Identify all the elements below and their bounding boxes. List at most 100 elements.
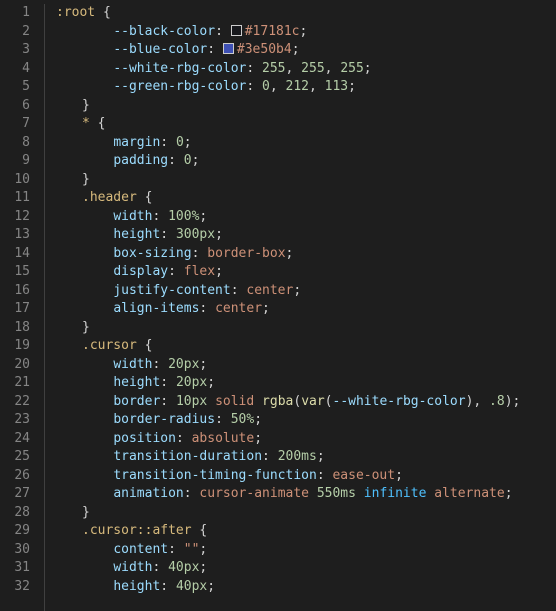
- code-line[interactable]: .cursor::after {: [56, 522, 556, 541]
- code-line[interactable]: .header {: [56, 189, 556, 208]
- token-punct: ;: [215, 264, 223, 279]
- indent-guide: [44, 4, 45, 611]
- code-line[interactable]: border: 10px solid rgba(var(--white-rbg-…: [56, 393, 556, 412]
- token-punct: ;: [286, 246, 294, 261]
- token-punct: :: [246, 79, 262, 94]
- token-kw: ease-out: [332, 468, 395, 483]
- token-punct: ;: [348, 79, 356, 94]
- code-line[interactable]: }: [56, 171, 556, 190]
- code-line[interactable]: transition-duration: 200ms;: [56, 448, 556, 467]
- code-line[interactable]: --white-rbg-color: 255, 255, 255;: [56, 60, 556, 79]
- code-line[interactable]: height: 40px;: [56, 578, 556, 597]
- token-num: 20px: [176, 375, 207, 390]
- token-punct: ;: [207, 375, 215, 390]
- code-line[interactable]: --blue-color: #3e50b4;: [56, 41, 556, 60]
- token-punct: :: [168, 542, 184, 557]
- token-kw: #17181c: [245, 24, 300, 39]
- code-line[interactable]: height: 300px;: [56, 226, 556, 245]
- code-line[interactable]: --green-rbg-color: 0, 212, 113;: [56, 78, 556, 97]
- code-line[interactable]: --black-color: #17181c;: [56, 23, 556, 42]
- token-prop: content: [113, 542, 168, 557]
- token-num: 10px: [176, 394, 207, 409]
- token-punct: ,: [286, 61, 302, 76]
- token-brace: }: [82, 98, 90, 113]
- token-kw: center: [246, 283, 293, 298]
- token-punct: :: [152, 560, 168, 575]
- token-punct: ;: [505, 486, 513, 501]
- code-line[interactable]: transition-timing-function: ease-out;: [56, 467, 556, 486]
- line-number: 17: [0, 300, 30, 319]
- code-line[interactable]: * {: [56, 115, 556, 134]
- token-const: infinite: [364, 486, 427, 501]
- line-number: 4: [0, 60, 30, 79]
- token-prop: position: [113, 431, 176, 446]
- code-line[interactable]: display: flex;: [56, 263, 556, 282]
- code-line[interactable]: .cursor {: [56, 337, 556, 356]
- line-number: 3: [0, 41, 30, 60]
- code-line[interactable]: }: [56, 504, 556, 523]
- code-line[interactable]: height: 20px;: [56, 374, 556, 393]
- token-num: 0: [184, 153, 192, 168]
- token-punct: ;: [395, 468, 403, 483]
- token-punct: (: [325, 394, 333, 409]
- token-prop: animation: [113, 486, 183, 501]
- token-punct: ;: [199, 542, 207, 557]
- token-num: 40px: [176, 579, 207, 594]
- token-num: 212: [286, 79, 309, 94]
- code-line[interactable]: }: [56, 97, 556, 116]
- line-number: 11: [0, 189, 30, 208]
- line-number: 2: [0, 23, 30, 42]
- line-number: 30: [0, 541, 30, 560]
- token-prop: transition-duration: [113, 449, 262, 464]
- code-line[interactable]: :root {: [56, 4, 556, 23]
- token-func: rgba: [262, 394, 293, 409]
- code-line[interactable]: box-sizing: border-box;: [56, 245, 556, 264]
- token-prop: --green-rbg-color: [113, 79, 246, 94]
- code-line[interactable]: position: absolute;: [56, 430, 556, 449]
- line-number-gutter: 1234567891011121314151617181920212223242…: [0, 4, 44, 611]
- token-prop: width: [113, 560, 152, 575]
- token-kw: absolute: [192, 431, 255, 446]
- code-line[interactable]: padding: 0;: [56, 152, 556, 171]
- token-num: 113: [325, 79, 348, 94]
- code-line[interactable]: animation: cursor-animate 550ms infinite…: [56, 485, 556, 504]
- token-num: 40px: [168, 560, 199, 575]
- token-punct: ,: [325, 61, 341, 76]
- code-line[interactable]: justify-content: center;: [56, 282, 556, 301]
- token-sel: .cursor::after: [82, 523, 199, 538]
- token-punct: ;: [192, 153, 200, 168]
- token-kw: solid: [215, 394, 254, 409]
- code-area[interactable]: :root { --black-color: #17181c; --blue-c…: [44, 4, 556, 611]
- token-punct: [207, 394, 215, 409]
- code-editor[interactable]: 1234567891011121314151617181920212223242…: [0, 0, 556, 611]
- code-line[interactable]: width: 100%;: [56, 208, 556, 227]
- line-number: 1: [0, 4, 30, 23]
- line-number: 19: [0, 337, 30, 356]
- token-num: 0: [176, 135, 184, 150]
- token-prop: border-radius: [113, 412, 215, 427]
- token-punct: ;: [254, 412, 262, 427]
- code-line[interactable]: margin: 0;: [56, 134, 556, 153]
- token-brace: }: [82, 505, 90, 520]
- code-line[interactable]: align-items: center;: [56, 300, 556, 319]
- color-swatch-icon[interactable]: [231, 25, 242, 36]
- token-num: 255: [262, 61, 285, 76]
- token-brace: {: [98, 116, 106, 131]
- token-punct: :: [317, 468, 333, 483]
- token-punct: [356, 486, 364, 501]
- color-swatch-icon[interactable]: [223, 43, 234, 54]
- token-punct: ;: [184, 135, 192, 150]
- code-line[interactable]: }: [56, 319, 556, 338]
- token-punct: :: [160, 394, 176, 409]
- token-prop: transition-timing-function: [113, 468, 317, 483]
- token-punct: :: [246, 61, 262, 76]
- code-line[interactable]: content: "";: [56, 541, 556, 560]
- token-punct: ,: [309, 79, 325, 94]
- code-line[interactable]: width: 40px;: [56, 559, 556, 578]
- token-prop: margin: [113, 135, 160, 150]
- token-func: var: [301, 394, 324, 409]
- token-num: .8: [489, 394, 505, 409]
- line-number: 8: [0, 134, 30, 153]
- code-line[interactable]: width: 20px;: [56, 356, 556, 375]
- code-line[interactable]: border-radius: 50%;: [56, 411, 556, 430]
